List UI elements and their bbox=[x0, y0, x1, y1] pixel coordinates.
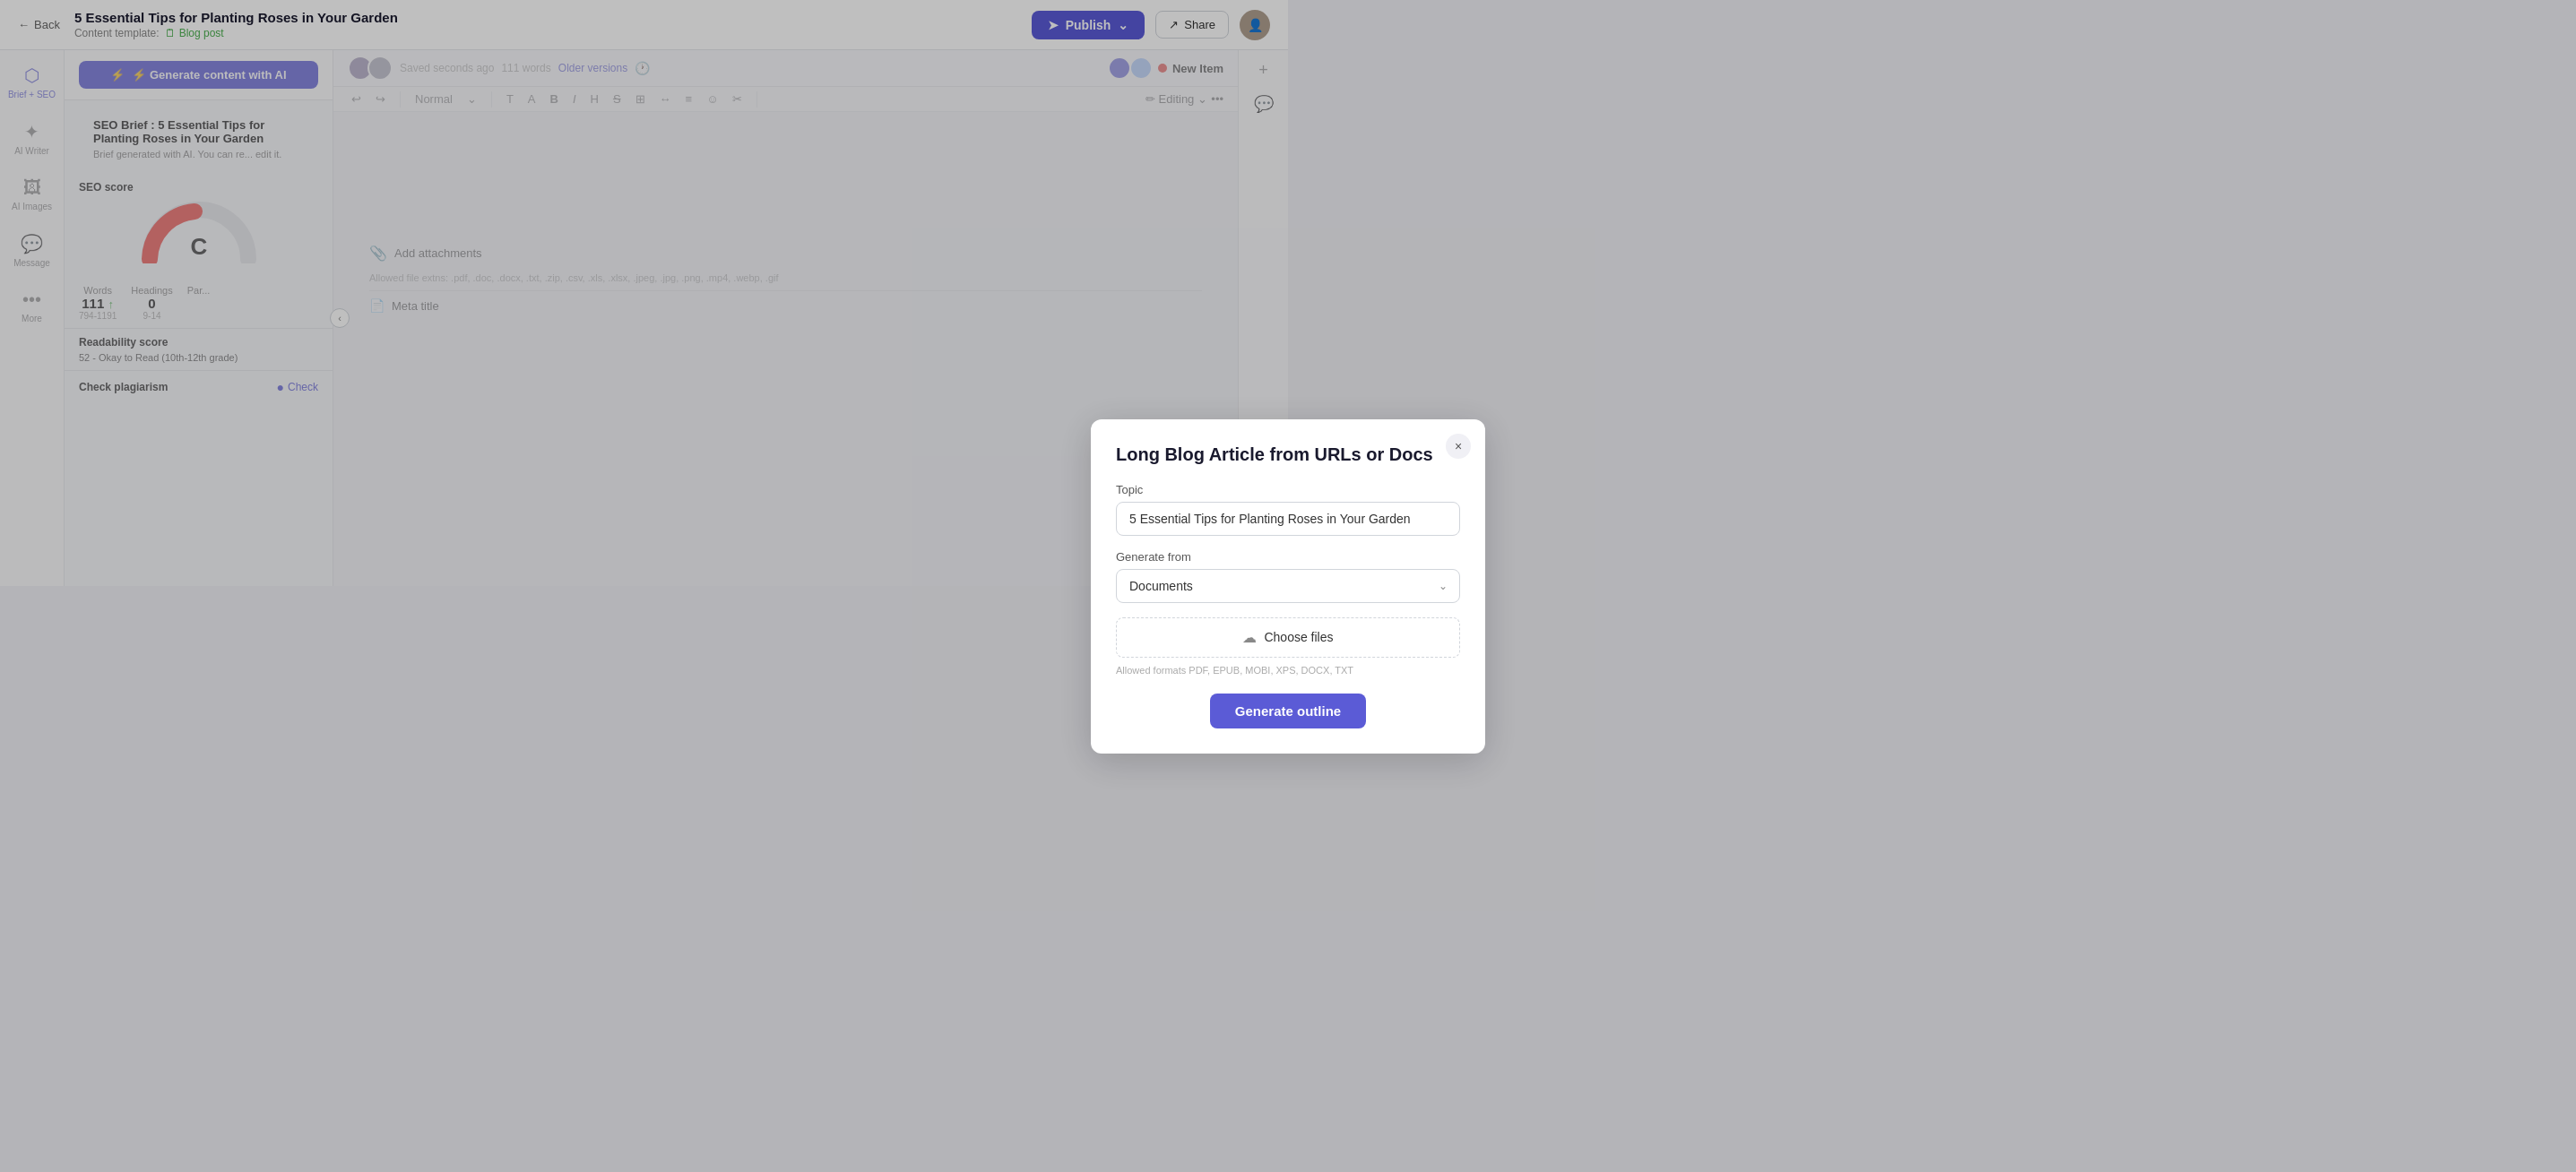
generate-from-select[interactable]: Documents URLs bbox=[1116, 569, 1288, 587]
modal-dialog: × Long Blog Article from URLs or Docs To… bbox=[1091, 419, 1288, 587]
modal-title: Long Blog Article from URLs or Docs bbox=[1116, 444, 1288, 465]
generate-from-wrapper: Documents URLs ⌄ bbox=[1116, 569, 1288, 587]
topic-label: Topic bbox=[1116, 483, 1288, 496]
modal-overlay[interactable]: × Long Blog Article from URLs or Docs To… bbox=[0, 0, 1288, 586]
generate-from-label: Generate from bbox=[1116, 550, 1288, 564]
topic-input[interactable] bbox=[1116, 502, 1288, 536]
